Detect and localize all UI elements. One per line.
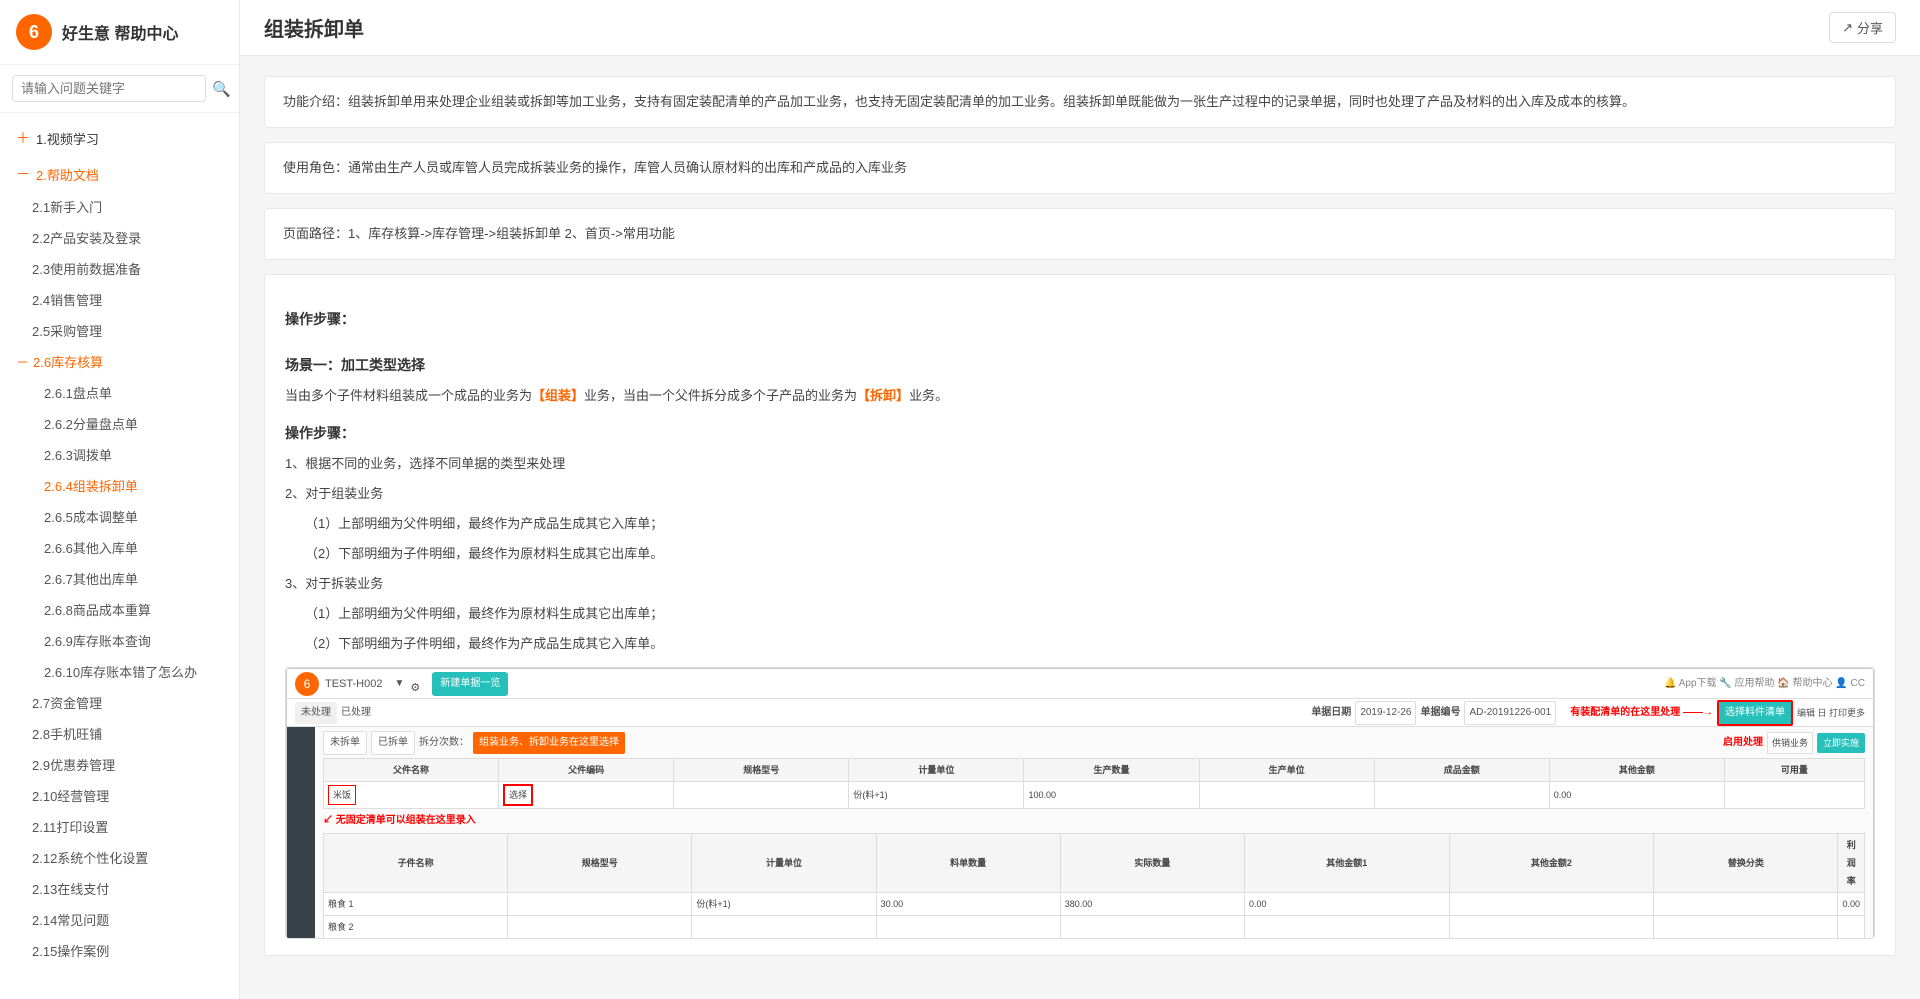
app-logo-small: 6	[295, 672, 319, 696]
sidebar-item-management[interactable]: 2.10经营管理	[0, 780, 239, 811]
sidebar-item-print[interactable]: 2.11打印设置	[0, 811, 239, 842]
share-button[interactable]: ↗ 分享	[1829, 12, 1896, 43]
sidebar-logo: 6 好生意 帮助中心	[0, 0, 239, 65]
sidebar-item-costreset[interactable]: 2.6.8商品成本重算	[0, 594, 239, 625]
order-value: AD-20191226-001	[1464, 701, 1556, 725]
sidebar-item-coupon[interactable]: 2.9优惠券管理	[0, 749, 239, 780]
page-title: 组装拆卸单	[264, 13, 364, 42]
select-bom-btn[interactable]: 选择料件清单	[1717, 700, 1793, 726]
sub-table: 子件名称 规格型号 计量单位 料单数量 实际数量 其他金额1 其他金额2 替换分…	[323, 833, 1865, 939]
new-order-btn[interactable]: 新建单据一览	[432, 672, 508, 696]
sidebar-item-install[interactable]: 2.2产品安装及登录	[0, 222, 239, 253]
sidebar-item-inventory[interactable]: － 2.6库存核算	[0, 346, 239, 377]
subtab2[interactable]: 已拆单	[371, 731, 415, 755]
annotation-processing: 启用处理	[1723, 733, 1763, 753]
step1: 1、根据不同的业务，选择不同单据的类型来处理	[285, 451, 1875, 477]
step3-2: （2）下部明细为子件明细，最终作为产成品生成其它入库单。	[285, 631, 1875, 657]
screenshot-container: 6 TEST-H002 ▼ ⚙ 新建单据一览 🔔 App下载 🔧 应用帮助 🏠 …	[285, 667, 1875, 939]
assembly-tag: 【组装】	[532, 388, 584, 403]
scene1-desc: 当由多个子件材料组装成一个成品的业务为【组装】业务，当由一个父件拆分成多个子产品…	[285, 383, 1875, 409]
sub-tab-row: 未拆单 已拆单 拆分次数： 组装业务、拆卸业务在这里选择 启用处理 供销业务 立…	[323, 731, 1865, 755]
app-logo-icon: 6	[16, 14, 52, 50]
main-scrollable-content: 功能介绍：组装拆卸单用来处理企业组装或拆卸等加工业务，支持有固定装配清单的产品加…	[240, 56, 1920, 999]
app-top-bar: 6 TEST-H002 ▼ ⚙ 新建单据一览 🔔 App下载 🔧 应用帮助 🏠 …	[287, 669, 1873, 699]
sidebar-item-mobile[interactable]: 2.8手机旺铺	[0, 718, 239, 749]
disassembly-tag: 【拆卸】	[857, 388, 909, 403]
processing-select-box: 供销业务	[1767, 732, 1813, 754]
scene1-heading: 场景一：加工类型选择	[285, 351, 1875, 379]
settings-icon: ⚙	[410, 677, 424, 691]
step3-1: （1）上部明细为父件明细，最终作为原材料生成其它出库单；	[285, 601, 1875, 627]
sidebar-item-faq[interactable]: 2.14常见问题	[0, 904, 239, 935]
intro-section-3: 页面路径：1、库存核算->库存管理->组装拆卸单 2、首页->常用功能	[264, 208, 1896, 260]
sidebar: 6 好生意 帮助中心 🔍 ＋ 1.视频学习 － 2.帮助文档 2.1新手入门 2…	[0, 0, 240, 999]
sidebar-item-inventoryquery[interactable]: 2.6.9库存账本查询	[0, 625, 239, 656]
intro-section-2: 使用角色：通常由生产人员或库管人员完成拆装业务的操作，库管人员确认原材料的出库和…	[264, 142, 1896, 194]
search-icon[interactable]: 🔍	[212, 80, 231, 98]
minus-icon-inventory: －	[16, 352, 29, 371]
orange-label-assembly: 组装业务、拆卸业务在这里选择	[473, 732, 625, 754]
nav-section-video: ＋ 1.视频学习	[0, 121, 239, 155]
operations-heading: 操作步骤：	[285, 291, 1875, 341]
sidebar-item-stocktake[interactable]: 2.6.1盘点单	[0, 377, 239, 408]
sidebar-item-partialstocktake[interactable]: 2.6.2分量盘点单	[0, 408, 239, 439]
annotation-freeform: ↙ 无固定清单可以组装在这里录入	[323, 811, 1865, 831]
sidebar-item-onlinepay[interactable]: 2.13在线支付	[0, 873, 239, 904]
sidebar-item-otherinbound[interactable]: 2.6.6其他入库单	[0, 532, 239, 563]
sidebar-item-newuser[interactable]: 2.1新手入门	[0, 191, 239, 222]
share-icon: ↗	[1842, 20, 1853, 36]
sidebar-item-purchase[interactable]: 2.5采购管理	[0, 315, 239, 346]
sidebar-item-otheroutbound[interactable]: 2.6.7其他出库单	[0, 563, 239, 594]
sidebar-item-costadj[interactable]: 2.6.5成本调整单	[0, 501, 239, 532]
sidebar-item-video[interactable]: ＋ 1.视频学习	[0, 121, 239, 155]
steps-content: 操作步骤： 场景一：加工类型选择 当由多个子件材料组装成一个成品的业务为【组装】…	[264, 274, 1896, 956]
sidebar-item-dataprep[interactable]: 2.3使用前数据准备	[0, 253, 239, 284]
search-box: 🔍	[0, 65, 239, 113]
step2-heading: 2、对于组装业务	[285, 481, 1875, 507]
nav-section-docs: － 2.帮助文档 2.1新手入门 2.2产品安装及登录 2.3使用前数据准备 2…	[0, 157, 239, 966]
sidebar-item-docs[interactable]: － 2.帮助文档	[0, 157, 239, 191]
dropdown-arrow: ▼	[394, 674, 404, 694]
app-logo-text: 好生意 帮助中心	[62, 20, 178, 44]
date-label: 单据日期	[1311, 703, 1351, 723]
annotation-assembly-list: 有装配清单的在这里处理 ——→	[1570, 703, 1713, 723]
confirm-btn[interactable]: 立即实施	[1817, 733, 1865, 753]
main-header: 组装拆卸单 ↗ 分享	[240, 0, 1920, 56]
steps-sub-heading: 操作步骤：	[285, 419, 1875, 447]
sidebar-item-cases[interactable]: 2.15操作案例	[0, 935, 239, 966]
tab-inactive[interactable]: 已处理	[341, 703, 371, 723]
subtab1[interactable]: 未拆单	[323, 731, 367, 755]
sidebar-item-transfer[interactable]: 2.6.3调拨单	[0, 439, 239, 470]
sidebar-item-customization[interactable]: 2.12系统个性化设置	[0, 842, 239, 873]
app-screenshot: 6 TEST-H002 ▼ ⚙ 新建单据一览 🔔 App下载 🔧 应用帮助 🏠 …	[286, 668, 1874, 938]
step2-2: （2）下部明细为子件明细，最终作为原材料生成其它出库单。	[285, 541, 1875, 567]
step2-1: （1）上部明细为父件明细，最终作为产成品生成其它入库单；	[285, 511, 1875, 537]
plus-icon: ＋	[16, 128, 30, 148]
sidebar-item-finance[interactable]: 2.7资金管理	[0, 687, 239, 718]
sidebar-nav: ＋ 1.视频学习 － 2.帮助文档 2.1新手入门 2.2产品安装及登录 2.3…	[0, 113, 239, 999]
count-label: 拆分次数：	[419, 733, 469, 753]
tab-active[interactable]: 未处理	[295, 702, 337, 724]
sidebar-item-inventoryfix[interactable]: 2.6.10库存账本错了怎么办	[0, 656, 239, 687]
nav-sub-items-docs: 2.1新手入门 2.2产品安装及登录 2.3使用前数据准备 2.4销售管理 2.…	[0, 191, 239, 966]
search-input[interactable]	[12, 75, 206, 102]
app-icons-right: 🔔 App下载 🔧 应用帮助 🏠 帮助中心 👤 CC	[1664, 674, 1865, 694]
app-main-body: 未拆单 已拆单 拆分次数： 组装业务、拆卸业务在这里选择 启用处理 供销业务 立…	[315, 727, 1873, 939]
sidebar-item-sales[interactable]: 2.4销售管理	[0, 284, 239, 315]
step3-heading: 3、对于拆装业务	[285, 571, 1875, 597]
minus-icon-docs: －	[16, 164, 30, 184]
more-btns: 编辑 日 打印更多	[1797, 704, 1865, 722]
app-tabs-bar: 未处理 已处理 单据日期 2019-12-26 单据编号 AD-20191226…	[287, 699, 1873, 727]
date-value: 2019-12-26	[1355, 701, 1416, 725]
parent-table: 父件名称 父件编码 规格型号 计量单位 生产数量 生产单位 成品金额 其他金额	[323, 758, 1865, 809]
sidebar-item-assembly[interactable]: 2.6.4组装拆卸单	[0, 470, 239, 501]
app-left-nav	[287, 727, 315, 939]
app-body: 未拆单 已拆单 拆分次数： 组装业务、拆卸业务在这里选择 启用处理 供销业务 立…	[287, 727, 1873, 939]
lower-table-section: 子件名称 规格型号 计量单位 料单数量 实际数量 其他金额1 其他金额2 替换分…	[323, 833, 1865, 939]
order-label: 单据编号	[1420, 703, 1460, 723]
upper-table-section: 父件名称 父件编码 规格型号 计量单位 生产数量 生产单位 成品金额 其他金额	[323, 758, 1865, 809]
intro-section-1: 功能介绍：组装拆卸单用来处理企业组装或拆卸等加工业务，支持有固定装配清单的产品加…	[264, 76, 1896, 128]
main-content-area: 组装拆卸单 ↗ 分享 功能介绍：组装拆卸单用来处理企业组装或拆卸等加工业务，支持…	[240, 0, 1920, 999]
app-test-id: TEST-H002	[325, 673, 382, 695]
